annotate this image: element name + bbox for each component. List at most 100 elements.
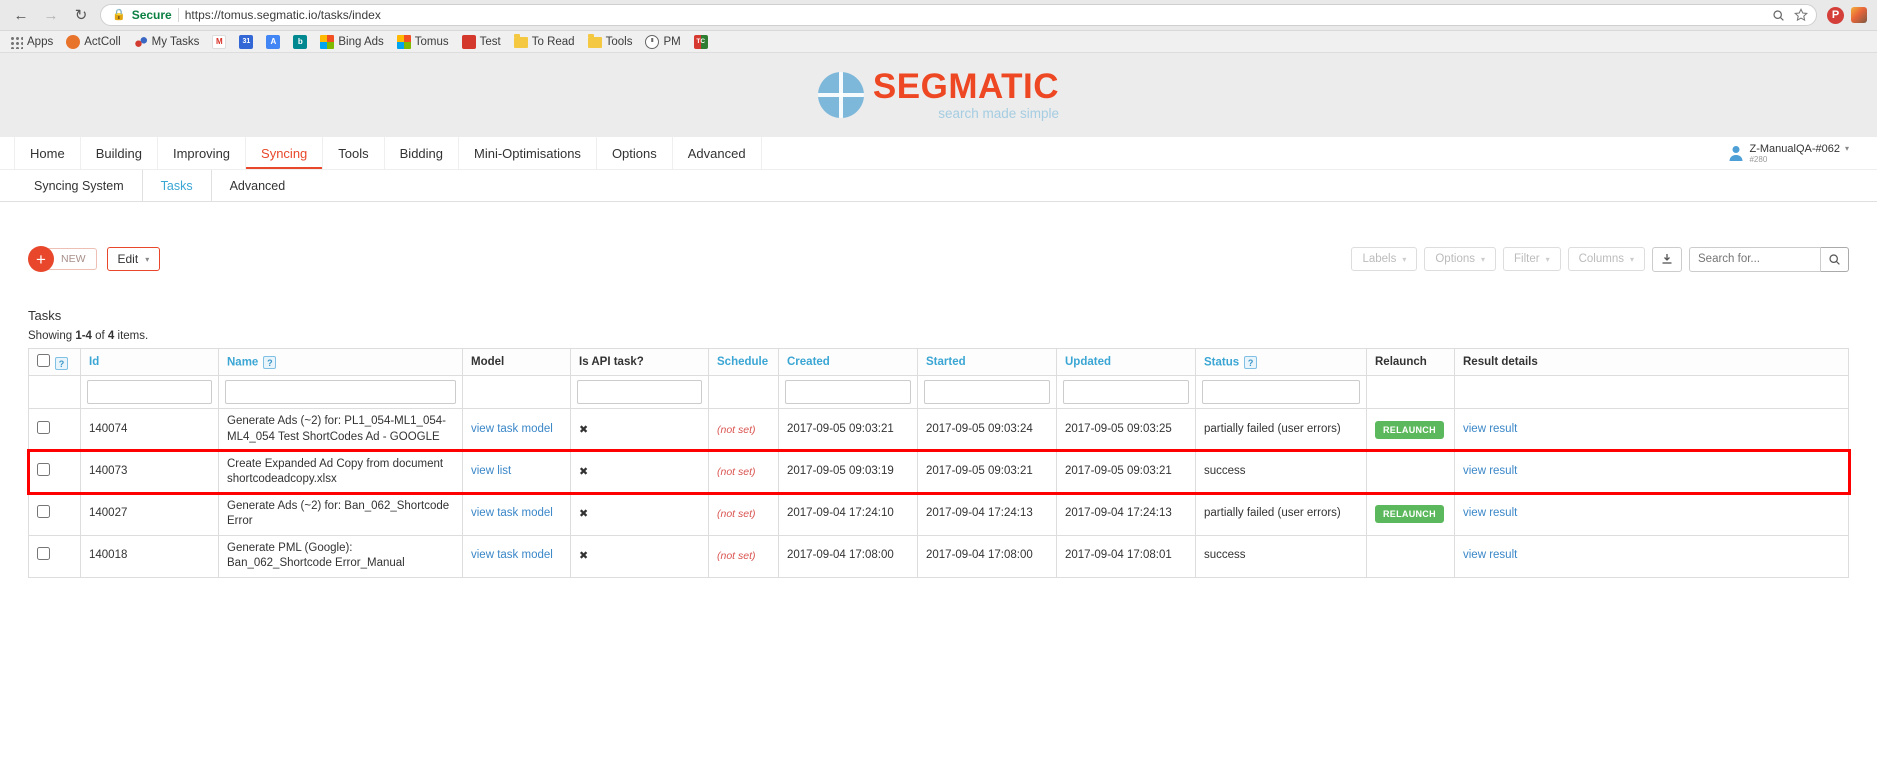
row-checkbox[interactable] <box>37 546 50 560</box>
extension-pencil-icon[interactable] <box>1851 7 1867 23</box>
bookmark-my-tasks[interactable]: My Tasks <box>133 34 199 49</box>
apps-grid-icon <box>9 34 23 49</box>
model-link[interactable]: view task model <box>471 423 553 435</box>
model-link[interactable]: view list <box>471 465 511 477</box>
nav-item-home[interactable]: Home <box>14 137 81 169</box>
model-link[interactable]: view task model <box>471 549 553 561</box>
bookmark-star-icon[interactable] <box>1794 8 1808 22</box>
subnav-item-syncing-system[interactable]: Syncing System <box>16 170 142 201</box>
cell-started: 2017-09-04 17:24:13 <box>917 492 1057 536</box>
user-menu[interactable]: Z-ManualQA-#062 ▾ #280 <box>1728 137 1863 169</box>
column-header-schedule[interactable]: Schedule <box>717 356 768 368</box>
cell-created: 2017-09-05 09:03:19 <box>778 450 918 494</box>
edit-button[interactable]: Edit ▾ <box>106 247 161 271</box>
tc-icon: TC <box>693 34 708 49</box>
search-input[interactable] <box>1689 246 1821 272</box>
bookmark-apps[interactable]: Apps <box>9 34 53 49</box>
new-button[interactable]: + NEW <box>28 246 97 272</box>
reload-button[interactable]: ↻ <box>70 8 92 23</box>
bookmark-tomus[interactable]: Tomus <box>396 34 449 49</box>
address-bar[interactable]: 🔒 Secure https://tomus.segmatic.io/tasks… <box>100 4 1817 26</box>
result-link[interactable]: view result <box>1463 465 1517 477</box>
chevron-down-icon: ▾ <box>145 254 150 264</box>
red-square-icon <box>461 34 476 49</box>
relaunch-button[interactable]: RELAUNCH <box>1375 504 1444 524</box>
nav-item-improving[interactable]: Improving <box>158 137 247 169</box>
bookmark-bing[interactable]: b <box>293 34 308 49</box>
bookmark-test[interactable]: Test <box>461 34 501 49</box>
nav-item-tools[interactable]: Tools <box>323 137 385 169</box>
result-link[interactable]: view result <box>1463 507 1517 519</box>
filter-updated-input[interactable] <box>1063 380 1189 405</box>
bookmark-gmail[interactable]: M <box>212 34 227 49</box>
labels-button[interactable]: Labels ▾ <box>1351 247 1418 271</box>
column-header-created[interactable]: Created <box>787 356 830 368</box>
bookmark-tools[interactable]: Tools <box>587 34 632 48</box>
quad-icon <box>396 34 411 49</box>
row-checkbox[interactable] <box>37 504 50 518</box>
column-header-name[interactable]: Name <box>227 356 258 368</box>
filter-id-input[interactable] <box>87 380 212 405</box>
back-button[interactable]: ← <box>10 8 32 23</box>
nav-item-bidding[interactable]: Bidding <box>385 137 460 169</box>
bookmark-actcoll[interactable]: ActColl <box>66 34 121 49</box>
omnibox-divider <box>177 8 179 22</box>
filter-status-input[interactable] <box>1202 380 1360 405</box>
cell-schedule: (not set) <box>708 450 779 494</box>
filter-name-input[interactable] <box>225 380 456 405</box>
select-all-checkbox[interactable] <box>37 354 50 367</box>
bookmark-to-read[interactable]: To Read <box>513 34 575 48</box>
filter-is-api-input[interactable] <box>577 380 702 405</box>
nav-item-building[interactable]: Building <box>81 137 158 169</box>
nav-item-syncing[interactable]: Syncing <box>246 137 324 169</box>
cell-status: partially failed (user errors) <box>1195 492 1367 536</box>
column-header-id[interactable]: Id <box>89 356 99 368</box>
filter-created-input[interactable] <box>785 380 911 405</box>
table-row: 140073 Create Expanded Ad Copy from docu… <box>26 448 1851 496</box>
cell-started: 2017-09-04 17:08:00 <box>917 534 1057 578</box>
cell-is-api: ✖ <box>570 408 709 452</box>
url-text[interactable]: https://tomus.segmatic.io/tasks/index <box>185 8 1766 22</box>
column-header-status[interactable]: Status <box>1204 356 1239 368</box>
columns-button[interactable]: Columns ▾ <box>1567 247 1645 271</box>
column-header-model: Model <box>462 347 571 377</box>
relaunch-button[interactable]: RELAUNCH <box>1375 420 1444 440</box>
filter-button[interactable]: Filter ▾ <box>1503 247 1561 271</box>
extension-p-icon[interactable]: P <box>1827 6 1844 24</box>
cell-schedule: (not set) <box>708 534 779 578</box>
nav-item-mini-optimisations[interactable]: Mini-Optimisations <box>459 137 597 169</box>
sub-nav: Syncing System Tasks Advanced <box>0 170 1877 202</box>
filter-started-input[interactable] <box>924 380 1050 405</box>
bookmark-calendar[interactable]: 31 <box>239 34 254 49</box>
row-checkbox[interactable] <box>37 462 50 476</box>
bookmark-bing-ads[interactable]: Bing Ads <box>320 34 384 49</box>
options-button[interactable]: Options ▾ <box>1424 247 1497 271</box>
download-button[interactable] <box>1652 246 1682 272</box>
zoom-icon[interactable] <box>1772 9 1785 22</box>
subnav-item-tasks[interactable]: Tasks <box>141 170 212 201</box>
toolbar: + NEW Edit ▾ Labels ▾ Options ▾ Filter ▾ Co… <box>0 246 1877 272</box>
bookmark-tc[interactable]: TC <box>693 34 708 49</box>
nav-item-advanced[interactable]: Advanced <box>673 137 762 169</box>
help-icon[interactable]: ? <box>1244 355 1258 369</box>
column-header-updated[interactable]: Updated <box>1065 356 1111 368</box>
bookmark-pm[interactable]: PM <box>645 34 681 49</box>
result-link[interactable]: view result <box>1463 423 1517 435</box>
column-header-relaunch: Relaunch <box>1366 347 1455 377</box>
help-icon[interactable]: ? <box>263 355 277 369</box>
search-button[interactable] <box>1821 246 1849 272</box>
subnav-item-advanced[interactable]: Advanced <box>212 170 304 201</box>
cell-created: 2017-09-04 17:08:00 <box>778 534 918 578</box>
bookmark-analytics[interactable]: A <box>266 34 281 49</box>
page-header: SEGMATIC search made simple <box>0 53 1877 137</box>
forward-button[interactable]: → <box>40 8 62 23</box>
row-checkbox[interactable] <box>37 420 50 434</box>
column-header-started[interactable]: Started <box>926 356 966 368</box>
main-nav: Home Building Improving Syncing Tools Bi… <box>0 137 1877 170</box>
result-link[interactable]: view result <box>1463 549 1517 561</box>
cell-updated: 2017-09-05 09:03:25 <box>1056 408 1196 452</box>
segmatic-logo[interactable]: SEGMATIC search made simple <box>817 69 1059 121</box>
help-icon[interactable]: ? <box>55 357 68 371</box>
model-link[interactable]: view task model <box>471 507 553 519</box>
nav-item-options[interactable]: Options <box>597 137 673 169</box>
